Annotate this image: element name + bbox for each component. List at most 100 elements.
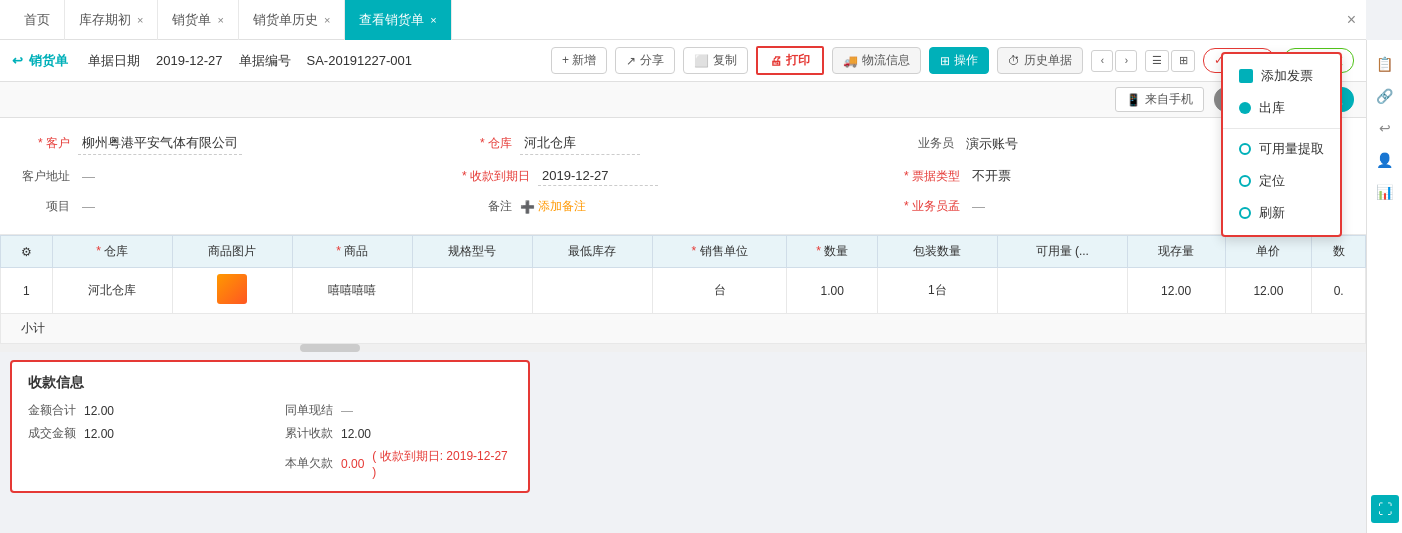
tab-sales-order-label: 销货单 (172, 11, 211, 29)
customer-value[interactable]: 柳州粤港平安气体有限公司 (78, 132, 242, 155)
col-min-stock: 最低库存 (532, 236, 652, 268)
history-icon: ⏱ (1008, 54, 1020, 68)
table-scrollbar[interactable] (0, 344, 1366, 352)
total-amount-value: 12.00 (84, 404, 114, 418)
grid-view-icon[interactable]: ⊞ (1171, 50, 1195, 72)
tab-view-sales-label: 查看销货单 (359, 11, 424, 29)
menu-add-invoice[interactable]: 添加发票 (1223, 60, 1340, 92)
ticket-type-value: 不开票 (968, 165, 1015, 187)
share-label: 分享 (640, 52, 664, 69)
form-row-1: 客户 柳州粤港平安气体有限公司 仓库 河北仓库 业务员 演示账号 (20, 132, 1346, 155)
sidebar-icon-user[interactable]: 👤 (1371, 146, 1399, 174)
staff2-value: — (968, 197, 989, 216)
window-close-button[interactable]: × (1347, 11, 1356, 29)
menu-locate[interactable]: 定位 (1223, 165, 1340, 197)
tab-inventory-init-label: 库存期初 (79, 11, 131, 29)
cumulative-payment-label: 累计收款 (285, 425, 333, 442)
nav-arrows: ‹ › (1091, 50, 1137, 72)
tab-sales-order-close[interactable]: × (217, 14, 223, 26)
doc-meta: 单据日期 2019-12-27 单据编号 SA-20191227-001 (88, 52, 412, 70)
tab-sales-order[interactable]: 销货单 × (158, 0, 238, 40)
sidebar-icon-return[interactable]: ↩ (1371, 114, 1399, 142)
payment-section: 收款信息 金额合计 12.00 同单现结 — 成交金额 12.00 累计收款 1… (10, 360, 530, 493)
prev-arrow[interactable]: ‹ (1091, 50, 1113, 72)
table-subtotal-row: 小计 (1, 314, 1366, 344)
due-date-text: ( 收款到期日: 2019-12-27 ) (372, 448, 512, 479)
tab-inventory-init-close[interactable]: × (137, 14, 143, 26)
next-arrow[interactable]: › (1115, 50, 1137, 72)
sidebar-icon-expand[interactable]: ⛶ (1371, 495, 1399, 501)
col-settings[interactable]: ⚙ (1, 236, 53, 268)
cell-sales-unit: 台 (652, 268, 787, 314)
payment-date-field: 收款到期日 2019-12-27 (462, 166, 904, 186)
menu-available-fetch[interactable]: 可用量提取 (1223, 133, 1340, 165)
staff-label: 业务员 (904, 135, 954, 152)
print-icon: 🖨 (770, 54, 782, 68)
logistics-button[interactable]: 🚚 物流信息 (832, 47, 921, 74)
print-button[interactable]: 🖨 打印 (760, 48, 820, 73)
scrollbar-thumb (300, 344, 360, 352)
settlement-label: 同单现结 (285, 402, 333, 419)
logistics-icon: 🚚 (843, 54, 858, 68)
cumulative-payment-value: 12.00 (341, 427, 371, 441)
print-button-wrapper: 🖨 打印 (756, 46, 824, 75)
cell-warehouse: 河北仓库 (52, 268, 172, 314)
project-value: — (78, 197, 99, 216)
sub-toolbar: 📱 来自手机 未开票 ✓ 已确认 (0, 82, 1366, 118)
table-header-row: ⚙ 仓库 商品图片 商品 规格型号 最低库存 销售单位 数量 包装数量 可用量 … (1, 236, 1366, 268)
cell-quantity[interactable]: 1.00 (787, 268, 877, 314)
tab-sales-history[interactable]: 销货单历史 × (239, 0, 345, 40)
cumulative-row: 累计收款 12.00 (285, 425, 512, 442)
cell-min-stock (532, 268, 652, 314)
col-unit-price: 单价 (1225, 236, 1312, 268)
tab-home-label: 首页 (24, 11, 50, 29)
cell-unit-price[interactable]: 12.00 (1225, 268, 1312, 314)
table-row: 1 河北仓库 嘻嘻嘻嘻 台 1.00 1台 12.00 12.00 0. (1, 268, 1366, 314)
add-invoice-icon (1239, 69, 1253, 83)
operate-label: 操作 (954, 52, 978, 69)
add-note-button[interactable]: ➕ 添加备注 (520, 198, 586, 215)
tab-view-sales-close[interactable]: × (430, 14, 436, 26)
copy-icon: ⬜ (694, 54, 709, 68)
operate-button[interactable]: ⊞ 操作 (929, 47, 989, 74)
tab-home[interactable]: 首页 (10, 0, 65, 40)
from-mobile-button[interactable]: 📱 来自手机 (1115, 87, 1204, 112)
cell-spec (412, 268, 532, 314)
sidebar-icon-chart[interactable]: 📊 (1371, 178, 1399, 206)
tab-view-sales[interactable]: 查看销货单 × (345, 0, 451, 40)
number-label: 单据编号 (239, 52, 291, 70)
tab-inventory-init[interactable]: 库存期初 × (65, 0, 158, 40)
col-product-img: 商品图片 (172, 236, 292, 268)
payment-date-value[interactable]: 2019-12-27 (538, 166, 658, 186)
add-invoice-label: 添加发票 (1261, 67, 1313, 85)
tab-sales-history-close[interactable]: × (324, 14, 330, 26)
list-view-icon[interactable]: ☰ (1145, 50, 1169, 72)
ticket-type-label: 票据类型 (904, 168, 960, 185)
cell-product-img (172, 268, 292, 314)
sidebar-icon-doc[interactable]: 📋 (1371, 50, 1399, 78)
history-button[interactable]: ⏱ 历史单据 (997, 47, 1083, 74)
menu-outbound[interactable]: 出库 (1223, 92, 1340, 124)
col-spec: 规格型号 (412, 236, 532, 268)
share-button[interactable]: ↗ 分享 (615, 47, 675, 74)
cell-available (997, 268, 1127, 314)
locate-icon (1239, 175, 1251, 187)
product-table-wrap: ⚙ 仓库 商品图片 商品 规格型号 最低库存 销售单位 数量 包装数量 可用量 … (0, 235, 1366, 344)
new-label: + 新增 (562, 52, 596, 69)
operate-icon: ⊞ (940, 54, 950, 68)
warehouse-value[interactable]: 河北仓库 (520, 132, 640, 155)
settlement-row: 同单现结 — (285, 402, 512, 419)
sidebar-icon-link[interactable]: 🔗 (1371, 82, 1399, 110)
form-area: 客户 柳州粤港平安气体有限公司 仓库 河北仓库 业务员 演示账号 客户地址 — … (0, 118, 1366, 235)
subtotal-label: 小计 (1, 314, 1366, 344)
col-stock: 现存量 (1127, 236, 1225, 268)
staff2-label: 业务员孟 (904, 198, 960, 215)
settlement-value: — (341, 404, 353, 418)
new-button[interactable]: + 新增 (551, 47, 607, 74)
cell-product[interactable]: 嘻嘻嘻嘻 (292, 268, 412, 314)
copy-button[interactable]: ⬜ 复制 (683, 47, 748, 74)
date-label: 单据日期 (88, 52, 140, 70)
address-label: 客户地址 (20, 168, 70, 185)
menu-refresh[interactable]: 刷新 (1223, 197, 1340, 229)
product-image (217, 274, 247, 304)
